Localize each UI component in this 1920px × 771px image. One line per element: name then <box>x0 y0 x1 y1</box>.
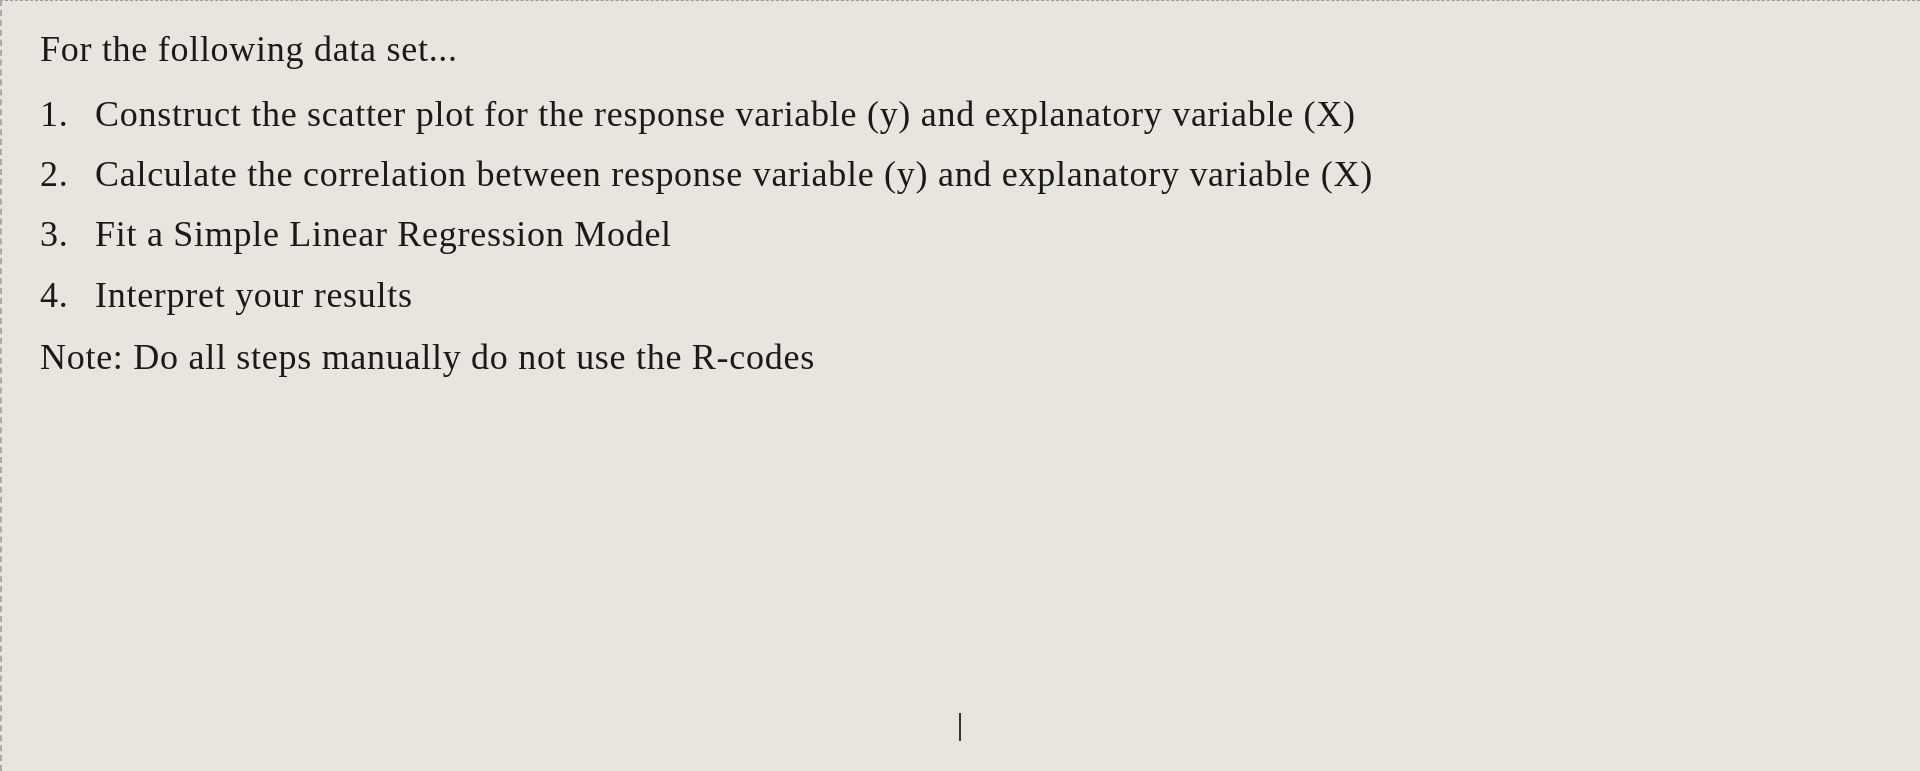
list-number-2: 2. <box>40 148 95 200</box>
list-item: 1. Construct the scatter plot for the re… <box>40 88 1890 140</box>
list-number-1: 1. <box>40 88 95 140</box>
page-container: For the following data set... 1. Constru… <box>0 0 1920 771</box>
list-text-1: Construct the scatter plot for the respo… <box>95 88 1890 140</box>
list-number-4: 4. <box>40 269 95 321</box>
intro-text: For the following data set... <box>40 28 1890 70</box>
list-number-3: 3. <box>40 208 95 260</box>
list-item: 2. Calculate the correlation between res… <box>40 148 1890 200</box>
list-item: 4. Interpret your results <box>40 269 1890 321</box>
list-text-4: Interpret your results <box>95 269 1890 321</box>
text-cursor <box>959 713 961 741</box>
note-text: Note: Do all steps manually do not use t… <box>40 331 1890 383</box>
main-content: For the following data set... 1. Constru… <box>30 18 1890 383</box>
list-text-3: Fit a Simple Linear Regression Model <box>95 208 1890 260</box>
list-text-2: Calculate the correlation between respon… <box>95 148 1890 200</box>
top-border <box>0 0 1920 2</box>
left-border <box>0 0 2 771</box>
list-item: 3. Fit a Simple Linear Regression Model <box>40 208 1890 260</box>
numbered-list: 1. Construct the scatter plot for the re… <box>40 88 1890 321</box>
